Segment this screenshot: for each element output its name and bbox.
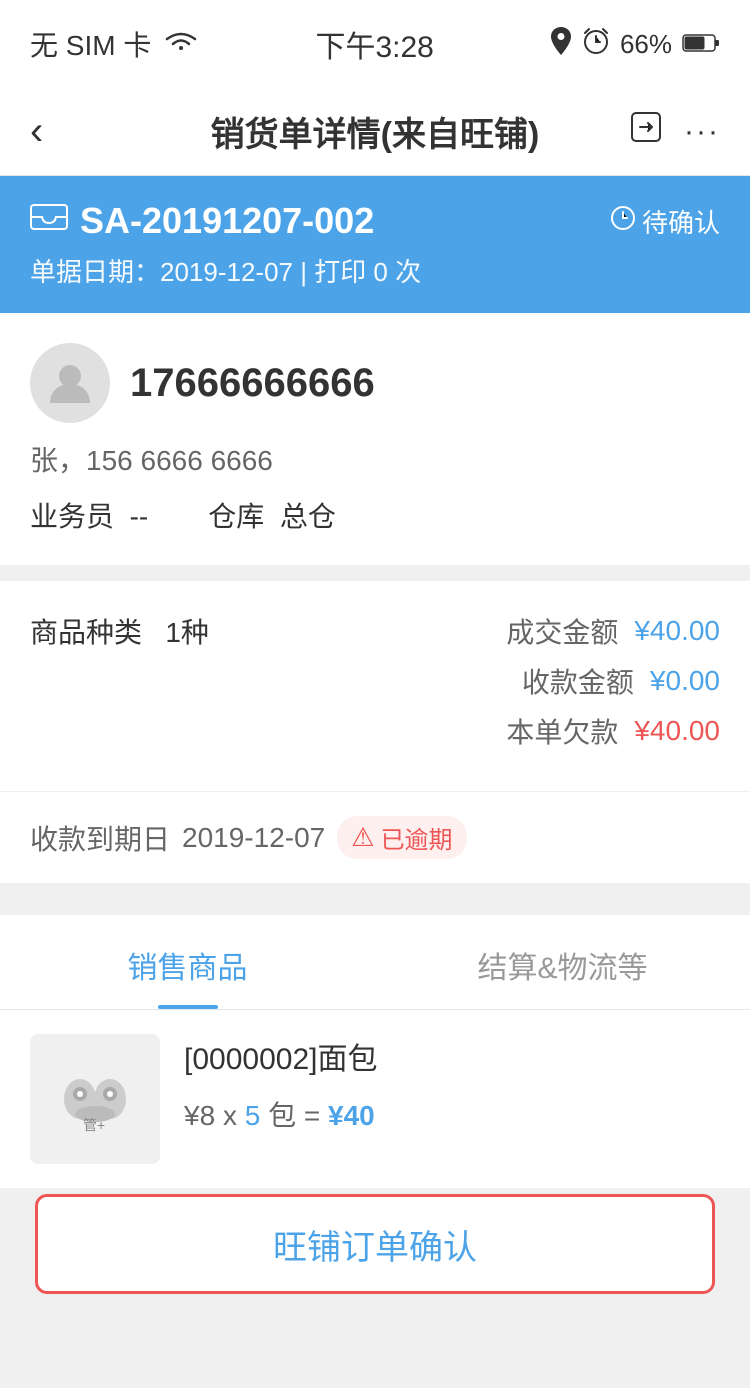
product-section: 管+ [0000002]面包 ¥8 x 5 包 = ¥40	[0, 1010, 750, 1188]
warning-icon: ⚠	[351, 822, 374, 853]
customer-meta: 业务员 -- 仓库 总仓	[30, 495, 720, 535]
salesperson-label: 业务员 --	[30, 495, 148, 535]
product-info: [0000002]面包 ¥8 x 5 包 = ¥40	[184, 1034, 720, 1134]
payment-row: 收款金额 ¥0.00	[506, 661, 720, 701]
more-icon[interactable]: ···	[684, 115, 720, 149]
battery-text: 66%	[620, 29, 672, 60]
divider-2	[0, 883, 750, 899]
divider-1	[0, 565, 750, 581]
customer-phone: 17666666666	[130, 361, 375, 406]
alarm-icon	[582, 27, 610, 62]
battery-icon	[682, 29, 720, 60]
wifi-icon	[163, 28, 199, 61]
tabs-section: 销售商品 结算&物流等 管+ [0000002]面包	[0, 915, 750, 1188]
order-header-card: SA-20191207-002 待确认 单据日期：2019-12-07 | 打印…	[0, 176, 750, 313]
status-carrier: 无 SIM 卡	[30, 24, 199, 64]
tab-products[interactable]: 销售商品	[0, 915, 375, 1009]
carrier-text: 无 SIM 卡	[30, 24, 151, 64]
clock-icon	[610, 205, 636, 238]
tabs-row: 销售商品 结算&物流等	[0, 915, 750, 1010]
nav-bar: ‹ 销货单详情(来自旺铺) ···	[0, 88, 750, 176]
tab-settlement[interactable]: 结算&物流等	[375, 915, 750, 1009]
order-id: SA-20191207-002	[30, 200, 374, 242]
summary-right: 成交金额 ¥40.00 收款金额 ¥0.00 本单欠款 ¥40.00	[506, 611, 720, 761]
due-date: 2019-12-07	[182, 822, 325, 854]
avatar	[30, 343, 110, 423]
svg-text:管+: 管+	[83, 1117, 105, 1133]
warehouse-label: 仓库 总仓	[208, 495, 336, 535]
product-price: ¥8 x 5 包 = ¥40	[184, 1094, 720, 1134]
status-right: 66%	[550, 26, 720, 63]
order-status: 待确认	[610, 203, 720, 240]
summary-section: 商品种类 1种 成交金额 ¥40.00 收款金额 ¥0.00 本单欠款 ¥40.…	[0, 581, 750, 791]
customer-section: 17666666666 张，156 6666 6666 业务员 -- 仓库 总仓	[0, 313, 750, 565]
product-thumbnail: 管+	[30, 1034, 160, 1164]
product-type-item: 商品种类 1种	[30, 611, 209, 651]
nav-actions: ···	[640, 109, 720, 154]
back-button[interactable]: ‹	[30, 109, 110, 154]
product-name: [0000002]面包	[184, 1034, 720, 1078]
due-date-section: 收款到期日 2019-12-07 ⚠ 已逾期	[0, 791, 750, 883]
debt-row: 本单欠款 ¥40.00	[506, 711, 720, 751]
due-row: 收款到期日 2019-12-07 ⚠ 已逾期	[30, 816, 720, 859]
inbox-icon	[30, 200, 68, 242]
status-time: 下午3:28	[315, 22, 433, 66]
location-icon	[550, 26, 572, 63]
customer-name: 张，156 6666 6666	[30, 439, 720, 479]
status-bar: 无 SIM 卡 下午3:28 66%	[0, 0, 750, 88]
confirm-button[interactable]: 旺铺订单确认	[35, 1194, 715, 1294]
due-label: 收款到期日	[30, 818, 170, 858]
product-row: 管+ [0000002]面包 ¥8 x 5 包 = ¥40	[30, 1034, 720, 1164]
amount-row: 成交金额 ¥40.00	[506, 611, 720, 651]
order-meta: 单据日期：2019-12-07 | 打印 0 次	[30, 252, 720, 289]
summary-left: 商品种类 1种	[30, 611, 209, 659]
share-icon[interactable]	[628, 109, 664, 154]
back-icon: ‹	[30, 109, 43, 154]
confirm-button-wrapper: 旺铺订单确认	[35, 1194, 715, 1294]
page-title: 销货单详情(来自旺铺)	[110, 107, 640, 156]
overdue-badge: ⚠ 已逾期	[337, 816, 466, 859]
